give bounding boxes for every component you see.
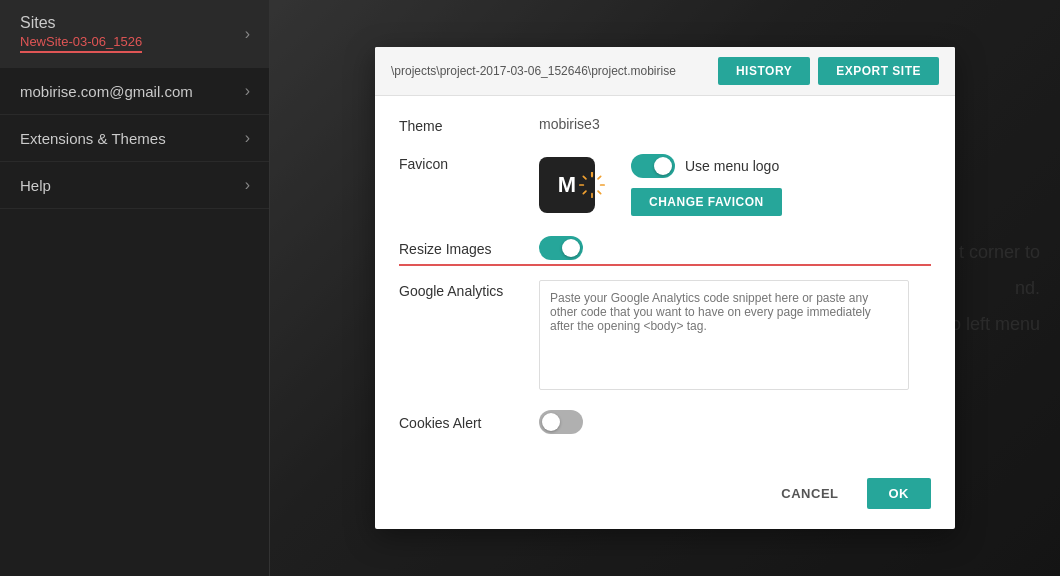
favicon-controls: Use menu logo CHANGE FAVICON [631,154,782,216]
extensions-chevron-icon: › [245,129,250,147]
path-buttons: HISTORY EXPORT SITE [718,57,939,85]
help-label: Help [20,177,51,194]
theme-label: Theme [399,116,539,134]
google-analytics-label: Google Analytics [399,280,539,302]
svg-line-3 [598,191,601,194]
sidebar-item-sites[interactable]: Sites NewSite-03-06_1526 › [0,0,270,68]
resize-images-row: Resize Images [399,236,931,260]
modal-path-bar: \projects\project-2017-03-06_152646\proj… [375,47,955,96]
modal-footer: CANCEL OK [375,478,955,529]
theme-row: Theme mobirise3 [399,116,931,134]
sidebar: Sites NewSite-03-06_1526 › mobirise.com@… [0,0,270,576]
favicon-label: Favicon [399,154,539,172]
help-chevron-icon: › [245,176,250,194]
favicon-preview: M [539,157,595,213]
email-label: mobirise.com@gmail.com [20,83,193,100]
resize-images-toggle[interactable] [539,236,583,260]
cookies-alert-row: Cookies Alert [399,410,931,434]
export-site-button[interactable]: EXPORT SITE [818,57,939,85]
sites-label: Sites [20,14,142,32]
google-analytics-textarea[interactable] [539,280,909,390]
resize-underline [399,264,931,266]
use-menu-logo-label: Use menu logo [685,158,779,174]
sidebar-item-help[interactable]: Help › [0,162,270,209]
svg-line-1 [598,176,601,179]
svg-line-7 [583,176,586,179]
history-button[interactable]: HISTORY [718,57,810,85]
email-chevron-icon: › [245,82,250,100]
extensions-label: Extensions & Themes [20,130,166,147]
favicon-spinner-icon [579,172,605,198]
settings-modal: \projects\project-2017-03-06_152646\proj… [375,47,955,529]
modal-overlay: \projects\project-2017-03-06_152646\proj… [270,0,1060,576]
favicon-letter: M [558,172,576,198]
use-menu-logo-row: Use menu logo [631,154,782,178]
theme-value: mobirise3 [539,116,600,132]
favicon-row: Favicon M [399,154,931,216]
project-path: \projects\project-2017-03-06_152646\proj… [391,64,676,78]
cookies-alert-label: Cookies Alert [399,413,539,431]
ok-button[interactable]: OK [867,478,932,509]
sites-chevron-icon: › [245,25,250,43]
google-analytics-row: Google Analytics [399,280,931,390]
content-area: t corner to nd. o left menu \projects\pr… [270,0,1060,576]
modal-body: Theme mobirise3 Favicon M [375,96,955,478]
sidebar-item-email[interactable]: mobirise.com@gmail.com › [0,68,270,115]
cookies-alert-toggle[interactable] [539,410,583,434]
use-menu-logo-toggle[interactable] [631,154,675,178]
cancel-button[interactable]: CANCEL [763,478,856,509]
site-name: NewSite-03-06_1526 [20,34,142,53]
sidebar-item-extensions[interactable]: Extensions & Themes › [0,115,270,162]
change-favicon-button[interactable]: CHANGE FAVICON [631,188,782,216]
resize-images-label: Resize Images [399,239,539,257]
svg-line-5 [583,191,586,194]
